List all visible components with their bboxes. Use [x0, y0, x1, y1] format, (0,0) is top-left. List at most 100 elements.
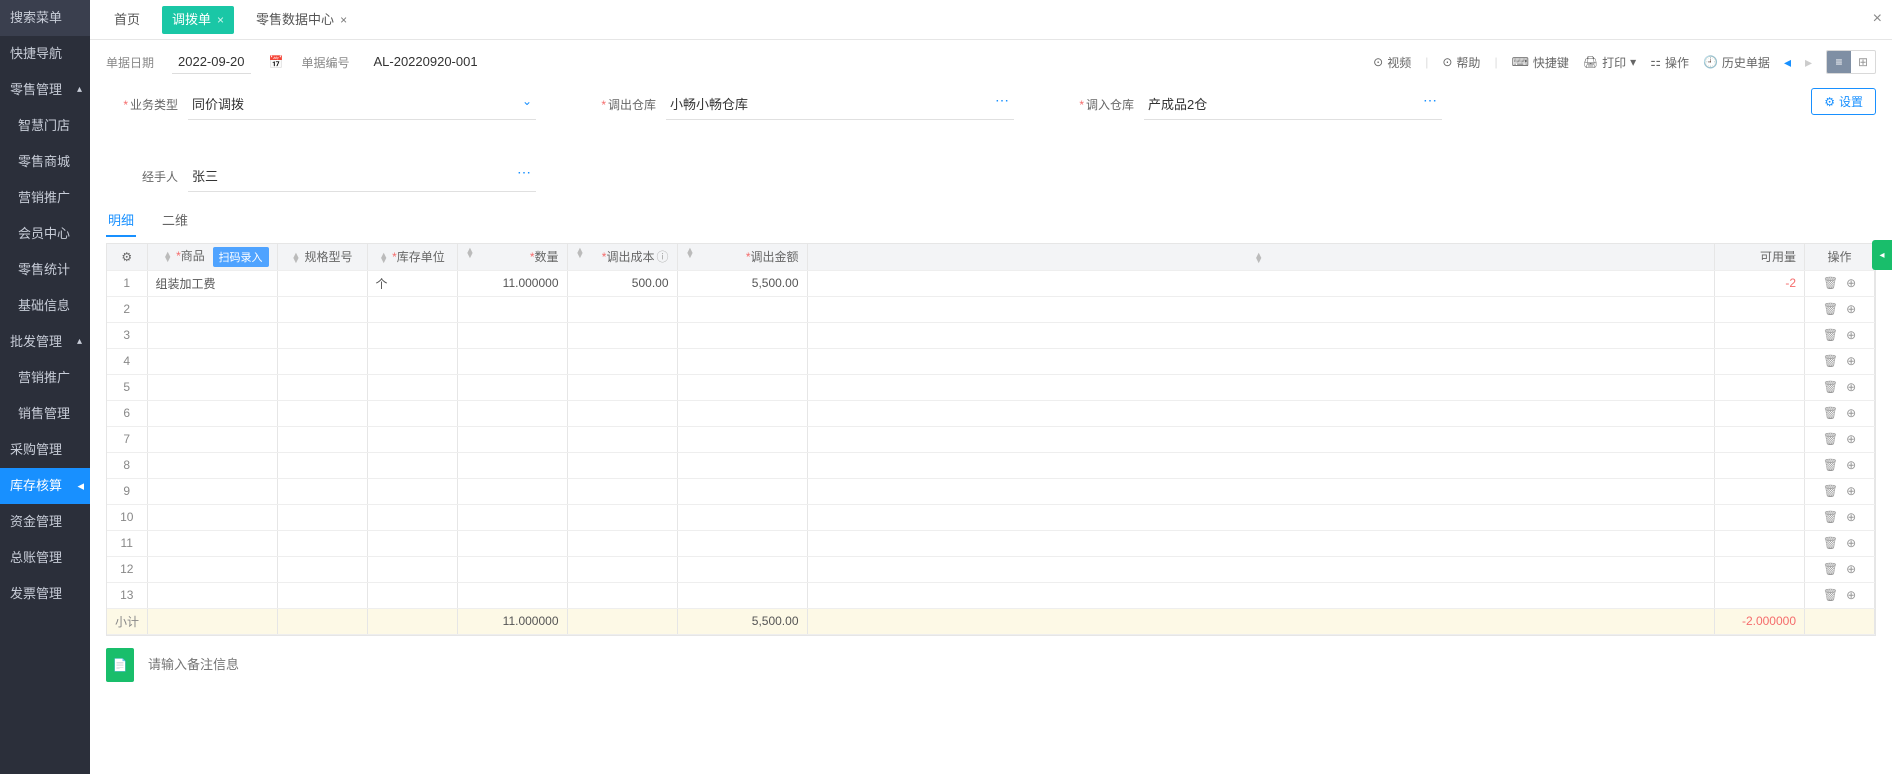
sidebar-item-2[interactable]: 零售管理 [0, 72, 90, 108]
table-row[interactable]: 11🗑⊕ [107, 530, 1875, 556]
col-ops: 操作 [1805, 244, 1875, 270]
sidebar-item-3[interactable]: 智慧门店 [0, 108, 90, 144]
delete-row-icon[interactable]: 🗑 [1823, 302, 1838, 316]
sidebar-item-11[interactable]: 销售管理 [0, 396, 90, 432]
add-row-icon[interactable]: ⊕ [1846, 302, 1856, 316]
sidebar-item-6[interactable]: 会员中心 [0, 216, 90, 252]
add-row-icon[interactable]: ⊕ [1846, 432, 1856, 446]
add-row-icon[interactable]: ⊕ [1846, 328, 1856, 342]
field-biztype: *业务类型 同价调拨⌄ [106, 88, 536, 120]
history-link[interactable]: 🕘 历史单据 [1703, 54, 1770, 71]
delete-row-icon[interactable]: 🗑 [1823, 432, 1838, 446]
col-gear[interactable]: ⚙ [107, 244, 147, 270]
sidebar-item-7[interactable]: 零售统计 [0, 252, 90, 288]
delete-row-icon[interactable]: 🗑 [1823, 380, 1838, 394]
col-unit[interactable]: ▲▼*库存单位 [367, 244, 457, 270]
shortcut-link[interactable]: ⌨ 快捷键 [1512, 54, 1569, 71]
add-row-icon[interactable]: ⊕ [1846, 562, 1856, 576]
table-row[interactable]: 8🗑⊕ [107, 452, 1875, 478]
tab-home[interactable]: 首页 [104, 6, 150, 34]
detail-table: ⚙ ▲▼*商品扫码录入 ▲▼规格型号 ▲▼*库存单位 ▲▼*数量 ▲▼*调出成本… [106, 243, 1876, 636]
config-button[interactable]: ⚙ 设置 [1811, 88, 1876, 115]
col-qty[interactable]: ▲▼*数量 [457, 244, 567, 270]
sidebar-item-10[interactable]: 营销推广 [0, 360, 90, 396]
sidebar-item-0[interactable]: 搜索菜单 [0, 0, 90, 36]
sidebar-item-4[interactable]: 零售商城 [0, 144, 90, 180]
add-row-icon[interactable]: ⊕ [1846, 588, 1856, 602]
table-row[interactable]: 1组装加工费个11.000000500.005,500.00-2🗑⊕ [107, 270, 1875, 296]
close-icon[interactable]: × [340, 6, 347, 34]
delete-row-icon[interactable]: 🗑 [1823, 588, 1838, 602]
ops-link[interactable]: ⚏ 操作 [1650, 54, 1689, 71]
right-drawer-handle[interactable]: ◂ [1872, 240, 1892, 270]
next-doc-icon[interactable]: ▸ [1805, 54, 1812, 71]
sidebar-item-15[interactable]: 总账管理 [0, 540, 90, 576]
table-row[interactable]: 13🗑⊕ [107, 582, 1875, 608]
table-row[interactable]: 9🗑⊕ [107, 478, 1875, 504]
delete-row-icon[interactable]: 🗑 [1823, 276, 1838, 290]
sidebar-item-16[interactable]: 发票管理 [0, 576, 90, 612]
add-row-icon[interactable]: ⊕ [1846, 510, 1856, 524]
delete-row-icon[interactable]: 🗑 [1823, 484, 1838, 498]
add-row-icon[interactable]: ⊕ [1846, 458, 1856, 472]
table-row[interactable]: 4🗑⊕ [107, 348, 1875, 374]
tab-transfer-order[interactable]: 调拨单× [162, 6, 234, 34]
col-product[interactable]: ▲▼*商品扫码录入 [147, 244, 277, 270]
table-row[interactable]: 6🗑⊕ [107, 400, 1875, 426]
view-card-icon[interactable]: ⊞ [1851, 51, 1875, 73]
calendar-icon[interactable]: 📅 [269, 55, 284, 69]
table-row[interactable]: 5🗑⊕ [107, 374, 1875, 400]
note-icon[interactable]: 📄 [106, 648, 134, 682]
delete-row-icon[interactable]: 🗑 [1823, 536, 1838, 550]
sidebar-item-1[interactable]: 快捷导航 [0, 36, 90, 72]
table-row[interactable]: 10🗑⊕ [107, 504, 1875, 530]
col-blank: ▲▼ [807, 244, 1715, 270]
subtotal-outamt: 5,500.00 [677, 608, 807, 634]
in-warehouse-select[interactable]: 产成品2仓⋯ [1144, 88, 1442, 120]
close-icon[interactable]: × [217, 6, 224, 34]
table-row[interactable]: 3🗑⊕ [107, 322, 1875, 348]
delete-row-icon[interactable]: 🗑 [1823, 354, 1838, 368]
remark-input[interactable] [148, 657, 1876, 672]
col-outcost[interactable]: ▲▼*调出成本ⓘ [567, 244, 677, 270]
help-link[interactable]: ⊙ 帮助 [1442, 54, 1480, 71]
doc-date-value[interactable]: 2022-09-20 [172, 50, 251, 74]
sidebar-item-8[interactable]: 基础信息 [0, 288, 90, 324]
add-row-icon[interactable]: ⊕ [1846, 276, 1856, 290]
out-warehouse-select[interactable]: 小畅小畅仓库⋯ [666, 88, 1014, 120]
tab-retail-data-center[interactable]: 零售数据中心× [246, 6, 357, 34]
prev-doc-icon[interactable]: ◂ [1784, 54, 1791, 71]
sidebar-item-14[interactable]: 资金管理 [0, 504, 90, 540]
add-row-icon[interactable]: ⊕ [1846, 380, 1856, 394]
help-icon[interactable]: ⓘ [656, 250, 668, 264]
add-row-icon[interactable]: ⊕ [1846, 536, 1856, 550]
col-outamt[interactable]: ▲▼*调出金额 [677, 244, 807, 270]
delete-row-icon[interactable]: 🗑 [1823, 328, 1838, 342]
delete-row-icon[interactable]: 🗑 [1823, 458, 1838, 472]
close-all-icon[interactable]: × [1873, 10, 1882, 28]
handler-select[interactable]: 张三⋯ [188, 160, 536, 192]
subtab-2d[interactable]: 二维 [160, 204, 190, 237]
table-row[interactable]: 7🗑⊕ [107, 426, 1875, 452]
sidebar-item-9[interactable]: 批发管理 [0, 324, 90, 360]
col-avail[interactable]: 可用量 [1715, 244, 1805, 270]
sidebar-item-13[interactable]: 库存核算 [0, 468, 90, 504]
subtab-detail[interactable]: 明细 [106, 204, 136, 237]
biztype-select[interactable]: 同价调拨⌄ [188, 88, 536, 120]
delete-row-icon[interactable]: 🗑 [1823, 562, 1838, 576]
add-row-icon[interactable]: ⊕ [1846, 484, 1856, 498]
col-spec[interactable]: ▲▼规格型号 [277, 244, 367, 270]
table-row[interactable]: 12🗑⊕ [107, 556, 1875, 582]
table-row[interactable]: 2🗑⊕ [107, 296, 1875, 322]
delete-row-icon[interactable]: 🗑 [1823, 406, 1838, 420]
scan-button[interactable]: 扫码录入 [213, 247, 269, 267]
print-link[interactable]: 🖨 打印 ▾ [1583, 54, 1636, 71]
video-link[interactable]: ⊙ 视频 [1373, 54, 1411, 71]
sidebar-item-12[interactable]: 采购管理 [0, 432, 90, 468]
sidebar-item-5[interactable]: 营销推广 [0, 180, 90, 216]
add-row-icon[interactable]: ⊕ [1846, 354, 1856, 368]
view-list-icon[interactable]: ≡ [1827, 51, 1851, 73]
field-out-warehouse: *调出仓库 小畅小畅仓库⋯ [584, 88, 1014, 120]
add-row-icon[interactable]: ⊕ [1846, 406, 1856, 420]
delete-row-icon[interactable]: 🗑 [1823, 510, 1838, 524]
